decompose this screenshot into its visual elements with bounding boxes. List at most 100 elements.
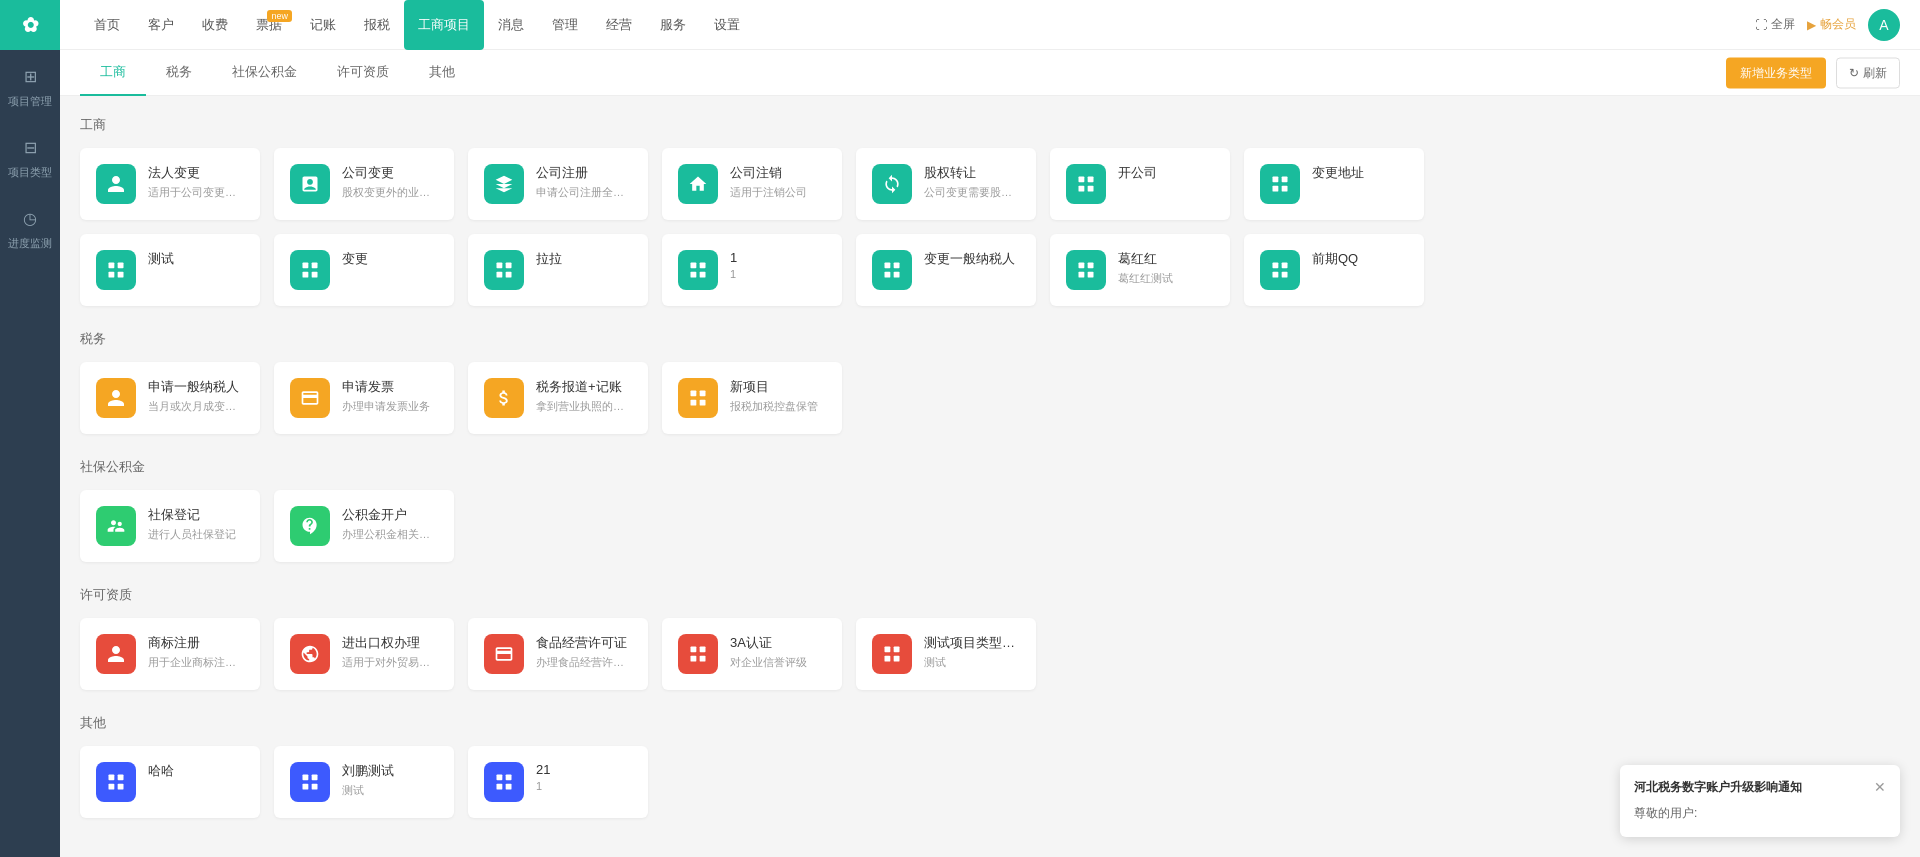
card-company-reg[interactable]: 公司注册 申请公司注册全流程 — [468, 148, 648, 220]
notification-close-button[interactable]: ✕ — [1874, 779, 1886, 795]
card-icon-num1 — [678, 250, 718, 290]
card-desc: 对企业信誉评级 — [730, 655, 826, 670]
svg-rect-42 — [691, 656, 697, 662]
card-fund-account[interactable]: 公积金开户 办理公积金相关业务 — [274, 490, 454, 562]
card-num21[interactable]: 21 1 — [468, 746, 648, 818]
topnav-message[interactable]: 消息 — [484, 0, 538, 50]
svg-rect-52 — [303, 775, 309, 781]
card-company-change[interactable]: 公司变更 股权变更外的业务变更 — [274, 148, 454, 220]
card-title: 开公司 — [1118, 164, 1214, 182]
tab-social-fund[interactable]: 社保公积金 — [212, 50, 317, 96]
topnav-invoice[interactable]: 票据 new — [242, 0, 296, 50]
card-tax-report-accounting[interactable]: 税务报道+记账 拿到营业执照的新公司 — [468, 362, 648, 434]
card-title: 刘鹏测试 — [342, 762, 438, 780]
card-icon-3a-cert — [678, 634, 718, 674]
card-title: 社保登记 — [148, 506, 244, 524]
card-text-apply-invoice: 申请发票 办理申请发票业务 — [342, 378, 438, 414]
card-legal-change[interactable]: 法人变更 适用于公司变更法人 — [80, 148, 260, 220]
topnav-operation[interactable]: 经营 — [592, 0, 646, 50]
svg-rect-31 — [1088, 272, 1094, 278]
card-apply-taxpayer[interactable]: 申请一般纳税人 当月或次月成变更完成 — [80, 362, 260, 434]
card-icon-change — [290, 250, 330, 290]
card-haha[interactable]: 哈哈 — [80, 746, 260, 818]
svg-rect-40 — [691, 647, 697, 653]
tab-industry[interactable]: 工商 — [80, 50, 146, 96]
card-desc: 公司变更需要股权转让 — [924, 185, 1020, 200]
card-ge-honghong[interactable]: 葛红红 葛红红测试 — [1050, 234, 1230, 306]
card-import-export[interactable]: 进出口权办理 适用于对外贸易经营者 — [274, 618, 454, 690]
topnav-management[interactable]: 管理 — [538, 0, 592, 50]
topnav-billing[interactable]: 收费 — [188, 0, 242, 50]
card-new-project[interactable]: 新项目 报税加税控盘保管 — [662, 362, 842, 434]
card-text-liu-peng-test: 刘鹏测试 测试 — [342, 762, 438, 798]
tab-tax[interactable]: 税务 — [146, 50, 212, 96]
svg-rect-33 — [1282, 263, 1288, 269]
card-text-fund-account: 公积金开户 办理公积金相关业务 — [342, 506, 438, 542]
topnav-home[interactable]: 首页 — [80, 0, 134, 50]
topnav-accounting[interactable]: 记账 — [296, 0, 350, 50]
card-text-company-reg: 公司注册 申请公司注册全流程 — [536, 164, 632, 200]
sidebar-item-project-type[interactable]: ⊟ 项目类型 — [0, 121, 60, 192]
svg-rect-28 — [1079, 263, 1085, 269]
tab-license[interactable]: 许可资质 — [317, 50, 409, 96]
card-text-new-project: 新项目 报税加税控盘保管 — [730, 378, 826, 414]
fullscreen-button[interactable]: ⛶ 全屏 — [1755, 16, 1795, 33]
card-desc: 办理公积金相关业务 — [342, 527, 438, 542]
card-3a-cert[interactable]: 3A认证 对企业信誉评级 — [662, 618, 842, 690]
topnav-service[interactable]: 服务 — [646, 0, 700, 50]
svg-rect-6 — [1273, 186, 1279, 192]
card-social-reg[interactable]: 社保登记 进行人员社保登记 — [80, 490, 260, 562]
new-type-button[interactable]: 新增业务类型 — [1726, 57, 1826, 88]
topnav-settings[interactable]: 设置 — [700, 0, 754, 50]
card-title: 申请发票 — [342, 378, 438, 396]
svg-rect-19 — [506, 272, 512, 278]
logo: ✿ — [0, 0, 60, 50]
svg-rect-45 — [894, 647, 900, 653]
card-front-qq[interactable]: 前期QQ — [1244, 234, 1424, 306]
card-lala[interactable]: 拉拉 — [468, 234, 648, 306]
sidebar-item-project-mgmt[interactable]: ⊞ 项目管理 — [0, 50, 60, 121]
svg-rect-0 — [1079, 177, 1085, 183]
vip-button[interactable]: ▶ 畅会员 — [1807, 16, 1856, 33]
card-change-taxpayer[interactable]: 变更一般纳税人 — [856, 234, 1036, 306]
sidebar-item-progress-monitor[interactable]: ◷ 进度监测 — [0, 192, 60, 263]
card-company-cancel[interactable]: 公司注销 适用于注销公司 — [662, 148, 842, 220]
card-liu-peng-test[interactable]: 刘鹏测试 测试 — [274, 746, 454, 818]
vip-icon: ▶ — [1807, 18, 1816, 32]
card-trademark-reg[interactable]: 商标注册 用于企业商标注册服务 — [80, 618, 260, 690]
card-change-address[interactable]: 变更地址 — [1244, 148, 1424, 220]
notification-title: 河北税务数字账户升级影响通知 — [1634, 779, 1802, 796]
svg-rect-8 — [109, 263, 115, 269]
topnav-industry-project[interactable]: 工商项目 — [404, 0, 484, 50]
card-num1[interactable]: 1 1 — [662, 234, 842, 306]
svg-rect-18 — [497, 272, 503, 278]
card-icon-company-reg — [484, 164, 524, 204]
card-text-change-taxpayer: 变更一般纳税人 — [924, 250, 1020, 271]
card-open-company[interactable]: 开公司 — [1050, 148, 1230, 220]
card-desc: 1 — [536, 780, 632, 792]
avatar[interactable]: A — [1868, 9, 1900, 41]
refresh-button[interactable]: ↻ 刷新 — [1836, 57, 1900, 88]
refresh-label: 刷新 — [1863, 64, 1887, 81]
card-test[interactable]: 测试 — [80, 234, 260, 306]
tab-other[interactable]: 其他 — [409, 50, 475, 96]
svg-rect-44 — [885, 647, 891, 653]
card-apply-invoice[interactable]: 申请发票 办理申请发票业务 — [274, 362, 454, 434]
tab-bar-actions: 新增业务类型 ↻ 刷新 — [1726, 57, 1900, 88]
card-equity-transfer[interactable]: 股权转让 公司变更需要股权转让 — [856, 148, 1036, 220]
card-food-license[interactable]: 食品经营许可证 办理食品经营许可证 — [468, 618, 648, 690]
card-desc: 进行人员社保登记 — [148, 527, 244, 542]
topnav-customer[interactable]: 客户 — [134, 0, 188, 50]
sidebar-item-label: 项目管理 — [8, 94, 52, 109]
card-change[interactable]: 变更 — [274, 234, 454, 306]
card-text-equity-transfer: 股权转让 公司变更需要股权转让 — [924, 164, 1020, 200]
card-icon-haha — [96, 762, 136, 802]
sidebar-item-label: 进度监测 — [8, 236, 52, 251]
topnav-tax-report[interactable]: 报税 — [350, 0, 404, 50]
license-section-title: 许可资质 — [80, 586, 1900, 604]
card-desc: 用于企业商标注册服务 — [148, 655, 244, 670]
card-icon-food-license — [484, 634, 524, 674]
progress-monitor-icon: ◷ — [16, 204, 44, 232]
card-desc: 报税加税控盘保管 — [730, 399, 826, 414]
card-test-type-def[interactable]: 测试项目类型定义 测试 — [856, 618, 1036, 690]
